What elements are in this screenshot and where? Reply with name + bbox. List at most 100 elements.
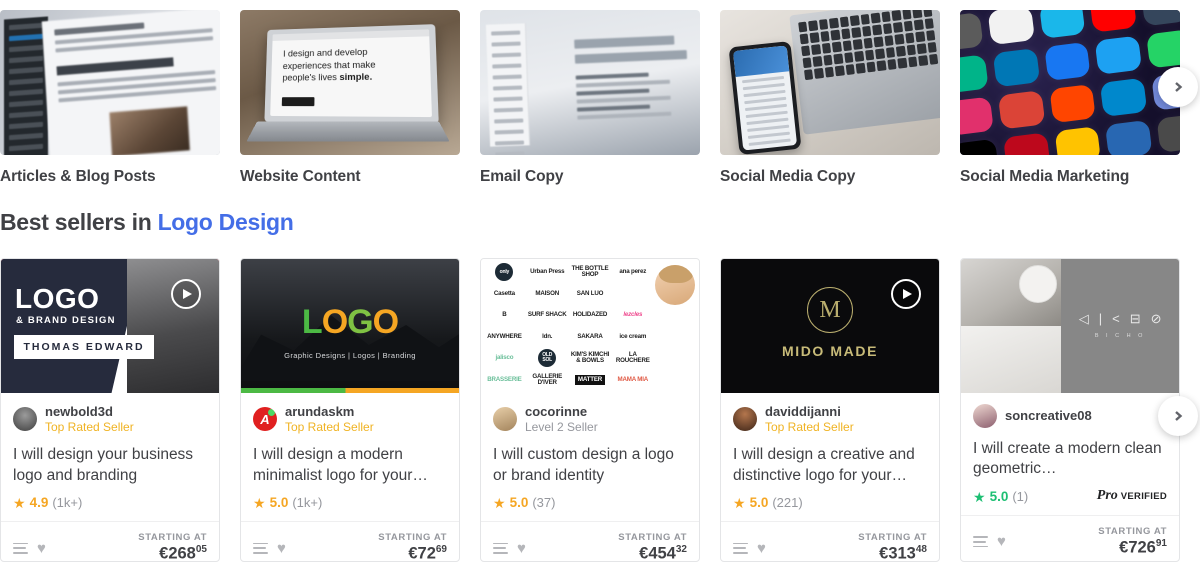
category-card-social-media-copy[interactable]: Social Media Copy (720, 10, 940, 195)
thumb-glyph-panel: ◁ | < ⊟ ⊘ B I C H O (1061, 259, 1179, 393)
play-video-button[interactable] (171, 279, 201, 309)
thumb-logo-text: LOGO (241, 303, 459, 342)
seller-info[interactable]: soncreative08 (961, 393, 1179, 428)
gig-title[interactable]: I will custom design a logo or brand ide… (481, 434, 699, 486)
chevron-right-icon (1172, 81, 1184, 93)
gig-title[interactable]: I will create a modern clean geometric… (961, 428, 1179, 480)
star-icon: ★ (973, 490, 986, 504)
thumb-brand-name: MIDO MADE (721, 343, 939, 359)
gig-price: €45432 (618, 544, 687, 562)
gig-card[interactable]: ◁ | < ⊟ ⊘ B I C H O soncreative08 I will… (960, 258, 1180, 562)
collage-logo: HOLIDAZED (573, 312, 607, 318)
pro-verified-badge: Pro VERIFIED (1097, 488, 1167, 504)
rating-row: ★ 5.0 (1k+) (241, 486, 459, 522)
categories-next-button[interactable] (1158, 67, 1198, 107)
rating-count: (221) (772, 495, 802, 510)
rating-count: (37) (532, 495, 555, 510)
pro-label: Pro (1097, 488, 1118, 504)
starting-at-label: STARTING AT (1098, 526, 1167, 537)
favorite-heart-icon[interactable]: ♥ (277, 541, 286, 556)
category-card-email-copy[interactable]: Email Copy (480, 10, 700, 195)
gig-cards-row: LOGO & BRAND DESIGN THOMAS EDWARD newbol… (0, 258, 1200, 562)
seller-name[interactable]: daviddijanni (765, 404, 854, 419)
gig-card-footer: ♥ STARTING AT €31348 (721, 522, 939, 562)
star-icon: ★ (493, 496, 506, 510)
section-title-link[interactable]: Logo Design (158, 209, 294, 235)
social-app-icons-decoration (960, 10, 1180, 155)
gig-title[interactable]: I will design a modern minimalist logo f… (241, 434, 459, 486)
add-to-list-icon[interactable] (493, 543, 508, 554)
gig-thumbnail[interactable]: LOGO & BRAND DESIGN THOMAS EDWARD (1, 259, 219, 393)
thumb-sidebar-decoration (486, 23, 530, 146)
avatar (733, 407, 757, 431)
favorite-heart-icon[interactable]: ♥ (757, 541, 766, 556)
seller-name[interactable]: soncreative08 (1005, 408, 1092, 423)
thumb-photo-column (961, 259, 1061, 393)
collage-logo: MAISON (535, 291, 559, 297)
thumb-logo-char: G (347, 303, 372, 341)
price-amount: €72 (408, 545, 436, 562)
seller-info[interactable]: daviddijanni Top Rated Seller (721, 393, 939, 434)
category-card-social-media-marketing[interactable]: Social Media Marketing (960, 10, 1180, 195)
category-card-articles-blog-posts[interactable]: Articles & Blog Posts (0, 10, 220, 195)
glyph-icon: ⊟ (1130, 311, 1141, 327)
category-card-website-content[interactable]: I design and develop experiences that ma… (240, 10, 460, 195)
seller-level-badge: Top Rated Seller (765, 420, 854, 434)
add-to-list-icon[interactable] (13, 543, 28, 554)
favorite-heart-icon[interactable]: ♥ (997, 534, 1006, 549)
gig-thumbnail[interactable]: LOGO Graphic Designs | Logos | Branding (241, 259, 459, 393)
add-to-list-icon[interactable] (973, 536, 988, 547)
price-cents: 48 (916, 544, 927, 555)
gig-title[interactable]: I will design your business logo and bra… (1, 434, 219, 486)
gig-card[interactable]: LOGO Graphic Designs | Logos | Branding … (240, 258, 460, 562)
gig-card[interactable]: LOGO & BRAND DESIGN THOMAS EDWARD newbol… (0, 258, 220, 562)
favorite-heart-icon[interactable]: ♥ (37, 541, 46, 556)
add-to-list-icon[interactable] (733, 543, 748, 554)
thumb-logo-char: O (322, 303, 347, 341)
glyph-icon: | (1099, 311, 1102, 327)
rating-count: (1k+) (52, 495, 82, 510)
collage-logo: B (502, 312, 506, 318)
thumb-subtitle-text: & BRAND DESIGN (16, 315, 116, 326)
thumb-tagline: Graphic Designs | Logos | Branding (241, 351, 459, 360)
star-icon: ★ (253, 496, 266, 510)
gig-price: €7269 (378, 544, 447, 562)
gig-thumbnail[interactable]: ◁ | < ⊟ ⊘ B I C H O (961, 259, 1179, 393)
gig-card-footer: ♥ STARTING AT €45432 (481, 522, 699, 562)
price-cents: 91 (1156, 538, 1167, 549)
gig-title[interactable]: I will design a creative and distinctive… (721, 434, 939, 486)
play-video-button[interactable] (891, 279, 921, 309)
seller-name[interactable]: newbold3d (45, 404, 134, 419)
collage-logo: Casetta (494, 291, 515, 297)
star-icon: ★ (13, 496, 26, 510)
avatar (973, 404, 997, 428)
category-label: Email Copy (480, 168, 700, 186)
collage-logo: KIM'S KIMCHI & BOWLS (571, 352, 610, 364)
portrait-decoration (655, 265, 695, 305)
favorite-heart-icon[interactable]: ♥ (517, 541, 526, 556)
seller-info[interactable]: cocorinne Level 2 Seller (481, 393, 699, 434)
gigs-next-button[interactable] (1158, 396, 1198, 436)
collage-logo: ldn. (542, 334, 552, 340)
price-cents: 69 (436, 544, 447, 555)
seller-info[interactable]: newbold3d Top Rated Seller (1, 393, 219, 434)
seller-level-badge: Level 2 Seller (525, 420, 598, 434)
gig-card[interactable]: only Urban Press THE BOTTLE SHOP ana per… (480, 258, 700, 562)
rating-row: ★ 5.0 (1) Pro VERIFIED (961, 480, 1179, 516)
avatar: A (253, 407, 277, 431)
collage-logo: MATTER (575, 375, 605, 385)
seller-name[interactable]: cocorinne (525, 404, 598, 419)
glyph-icon: ⊘ (1151, 311, 1162, 327)
category-label: Articles & Blog Posts (0, 168, 220, 186)
rating-value: 5.0 (510, 495, 529, 510)
collage-logo: BRASSERIE (487, 377, 521, 383)
add-to-list-icon[interactable] (253, 543, 268, 554)
collage-logo: LA ROUCHERE (613, 352, 652, 364)
gig-card[interactable]: MIDO MADE daviddijanni Top Rated Seller … (720, 258, 940, 562)
gig-thumbnail[interactable]: MIDO MADE (721, 259, 939, 393)
seller-name[interactable]: arundaskm (285, 404, 374, 419)
gig-thumbnail[interactable]: only Urban Press THE BOTTLE SHOP ana per… (481, 259, 699, 393)
seller-info[interactable]: A arundaskm Top Rated Seller (241, 393, 459, 434)
price-cents: 32 (676, 544, 687, 555)
gig-price: €31348 (858, 544, 927, 562)
